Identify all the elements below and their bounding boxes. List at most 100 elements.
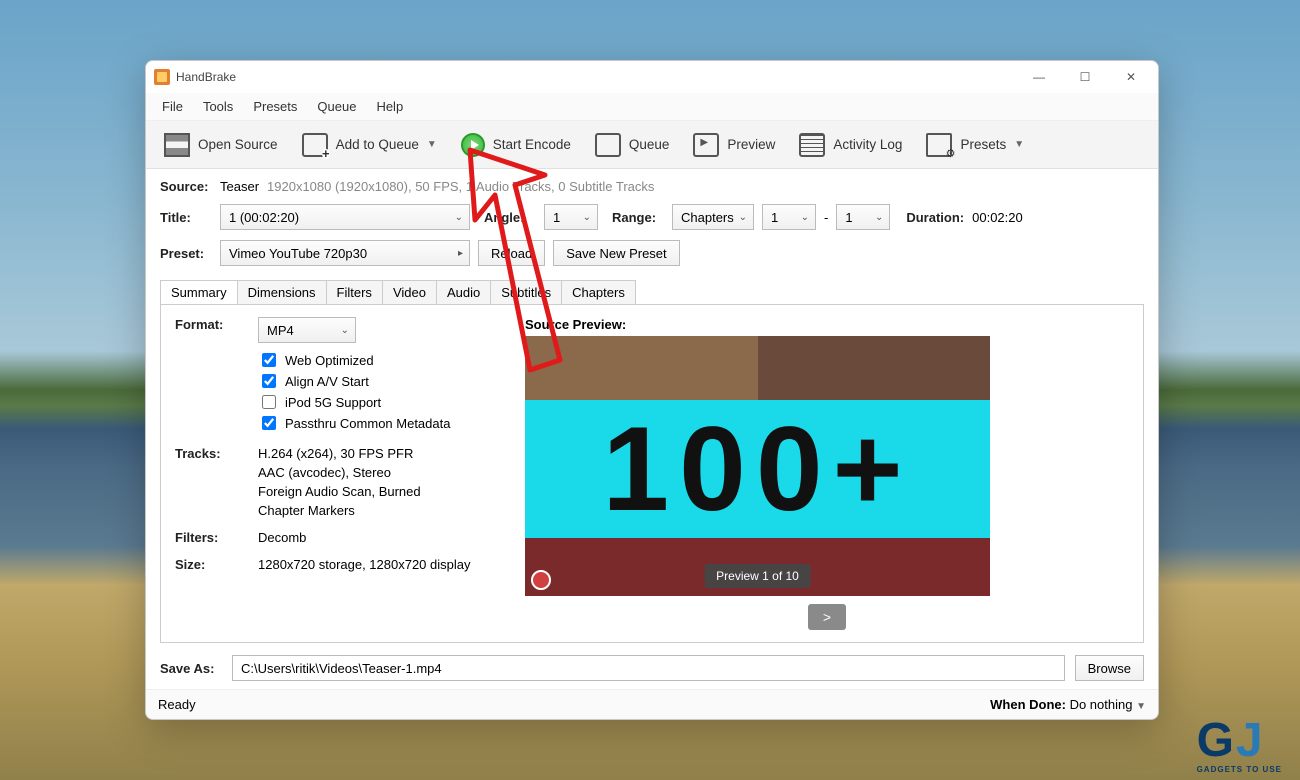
menu-presets[interactable]: Presets xyxy=(245,96,305,117)
activity-log-label: Activity Log xyxy=(833,137,902,152)
toolbar: Open Source Add to Queue ▼ Start Encode … xyxy=(146,121,1158,169)
check-web-optimized-input[interactable] xyxy=(262,353,276,367)
check-align-av-label: Align A/V Start xyxy=(285,374,369,389)
maximize-button[interactable]: ☐ xyxy=(1062,62,1108,92)
saveas-input[interactable] xyxy=(232,655,1065,681)
format-select[interactable]: MP4 ⌄ xyxy=(258,317,356,343)
menu-tools[interactable]: Tools xyxy=(195,96,241,117)
size-row: Size: 1280x720 storage, 1280x720 display xyxy=(175,557,515,572)
angle-select[interactable]: 1 ⌄ xyxy=(544,204,598,230)
title-label: Title: xyxy=(160,210,212,225)
check-align-av[interactable]: Align A/V Start xyxy=(258,371,450,391)
check-ipod5g-label: iPod 5G Support xyxy=(285,395,381,410)
range-type-select[interactable]: Chapters ⌄ xyxy=(672,204,754,230)
format-value: MP4 xyxy=(267,323,294,338)
preview-next-button[interactable]: > xyxy=(808,604,846,630)
reload-button[interactable]: Reload xyxy=(478,240,545,266)
chevron-down-icon: ⌄ xyxy=(801,212,809,223)
check-web-optimized[interactable]: Web Optimized xyxy=(258,350,450,370)
chevron-down-icon: ▼ xyxy=(1014,139,1024,150)
preview-counter-badge: Preview 1 of 10 xyxy=(704,564,811,588)
save-new-preset-button[interactable]: Save New Preset xyxy=(553,240,679,266)
open-source-label: Open Source xyxy=(198,137,278,152)
check-ipod5g-input[interactable] xyxy=(262,395,276,409)
range-separator: - xyxy=(824,210,828,225)
menu-queue[interactable]: Queue xyxy=(309,96,364,117)
tab-dimensions[interactable]: Dimensions xyxy=(237,280,327,304)
saveas-label: Save As: xyxy=(160,661,222,676)
check-ipod5g[interactable]: iPod 5G Support xyxy=(258,392,450,412)
tab-chapters[interactable]: Chapters xyxy=(561,280,636,304)
close-button[interactable]: ✕ xyxy=(1108,62,1154,92)
check-passthru[interactable]: Passthru Common Metadata xyxy=(258,413,450,433)
angle-label: Angle: xyxy=(484,210,536,225)
preset-select[interactable]: Vimeo YouTube 720p30 ▸ xyxy=(220,240,470,266)
duration-value: 00:02:20 xyxy=(972,210,1023,225)
chevron-down-icon: ⌄ xyxy=(739,212,747,223)
when-done-label: When Done: xyxy=(990,697,1066,712)
menubar: File Tools Presets Queue Help xyxy=(146,93,1158,121)
range-start-value: 1 xyxy=(771,210,778,225)
range-start-select[interactable]: 1 ⌄ xyxy=(762,204,816,230)
when-done-value: Do nothing xyxy=(1070,697,1133,712)
start-encode-label: Start Encode xyxy=(493,137,571,152)
chevron-down-icon: ⌄ xyxy=(455,212,463,223)
titlebar: HandBrake — ☐ ✕ xyxy=(146,61,1158,93)
chevron-down-icon: ⌄ xyxy=(583,212,591,223)
open-source-button[interactable]: Open Source xyxy=(152,129,290,161)
size-label: Size: xyxy=(175,557,240,572)
add-to-queue-button[interactable]: Add to Queue ▼ xyxy=(290,129,449,161)
reload-label: Reload xyxy=(491,246,532,261)
tracks-row: Tracks: H.264 (x264), 30 FPS PFR AAC (av… xyxy=(175,446,515,518)
tracks-list: H.264 (x264), 30 FPS PFR AAC (avcodec), … xyxy=(258,446,421,518)
start-encode-button[interactable]: Start Encode xyxy=(449,129,583,161)
tab-audio[interactable]: Audio xyxy=(436,280,491,304)
add-queue-icon xyxy=(302,133,328,157)
presets-button[interactable]: Presets ▼ xyxy=(914,129,1036,161)
tracks-line: Foreign Audio Scan, Burned xyxy=(258,484,421,499)
range-end-value: 1 xyxy=(845,210,852,225)
source-label: Source: xyxy=(160,179,212,194)
title-select-value: 1 (00:02:20) xyxy=(229,210,299,225)
summary-left-column: Format: MP4 ⌄ Web Optimized xyxy=(175,317,515,630)
tracks-label: Tracks: xyxy=(175,446,240,518)
presets-icon xyxy=(926,133,952,157)
tab-summary[interactable]: Summary xyxy=(160,280,238,304)
preview-label: Source Preview: xyxy=(525,317,1129,332)
preview-column: Source Preview: 100+ Preview 1 of 10 > xyxy=(515,317,1129,630)
angle-value: 1 xyxy=(553,210,560,225)
tab-filters[interactable]: Filters xyxy=(326,280,383,304)
format-row: Format: MP4 ⌄ Web Optimized xyxy=(175,317,515,434)
menu-help[interactable]: Help xyxy=(368,96,411,117)
when-done[interactable]: When Done: Do nothing ▼ xyxy=(990,697,1146,712)
preview-label-btn: Preview xyxy=(727,137,775,152)
check-passthru-label: Passthru Common Metadata xyxy=(285,416,450,431)
tracks-line: AAC (avcodec), Stereo xyxy=(258,465,421,480)
title-select[interactable]: 1 (00:02:20) ⌄ xyxy=(220,204,470,230)
tab-video[interactable]: Video xyxy=(382,280,437,304)
queue-button[interactable]: Queue xyxy=(583,129,682,161)
check-passthru-input[interactable] xyxy=(262,416,276,430)
check-align-av-input[interactable] xyxy=(262,374,276,388)
tab-subtitles[interactable]: Subtitles xyxy=(490,280,562,304)
chevron-down-icon: ▼ xyxy=(427,139,437,150)
chevron-right-icon: ▸ xyxy=(458,248,463,259)
presets-label: Presets xyxy=(960,137,1006,152)
browse-button[interactable]: Browse xyxy=(1075,655,1144,681)
preset-label: Preset: xyxy=(160,246,212,261)
chevron-down-icon: ▼ xyxy=(1136,701,1146,712)
range-end-select[interactable]: 1 ⌄ xyxy=(836,204,890,230)
filters-label: Filters: xyxy=(175,530,240,545)
source-name: Teaser xyxy=(220,179,259,194)
activity-log-button[interactable]: Activity Log xyxy=(787,129,914,161)
minimize-button[interactable]: — xyxy=(1016,62,1062,92)
saveas-row: Save As: Browse xyxy=(160,643,1144,689)
menu-file[interactable]: File xyxy=(154,96,191,117)
source-row: Source: Teaser 1920x1080 (1920x1080), 50… xyxy=(160,179,1144,194)
check-web-optimized-label: Web Optimized xyxy=(285,353,374,368)
preview-button[interactable]: Preview xyxy=(681,129,787,161)
title-row: Title: 1 (00:02:20) ⌄ Angle: 1 ⌄ Range: … xyxy=(160,204,1144,230)
save-new-preset-label: Save New Preset xyxy=(566,246,666,261)
play-icon xyxy=(461,133,485,157)
watermark: GJ GADGETS TO USE xyxy=(1197,717,1282,774)
